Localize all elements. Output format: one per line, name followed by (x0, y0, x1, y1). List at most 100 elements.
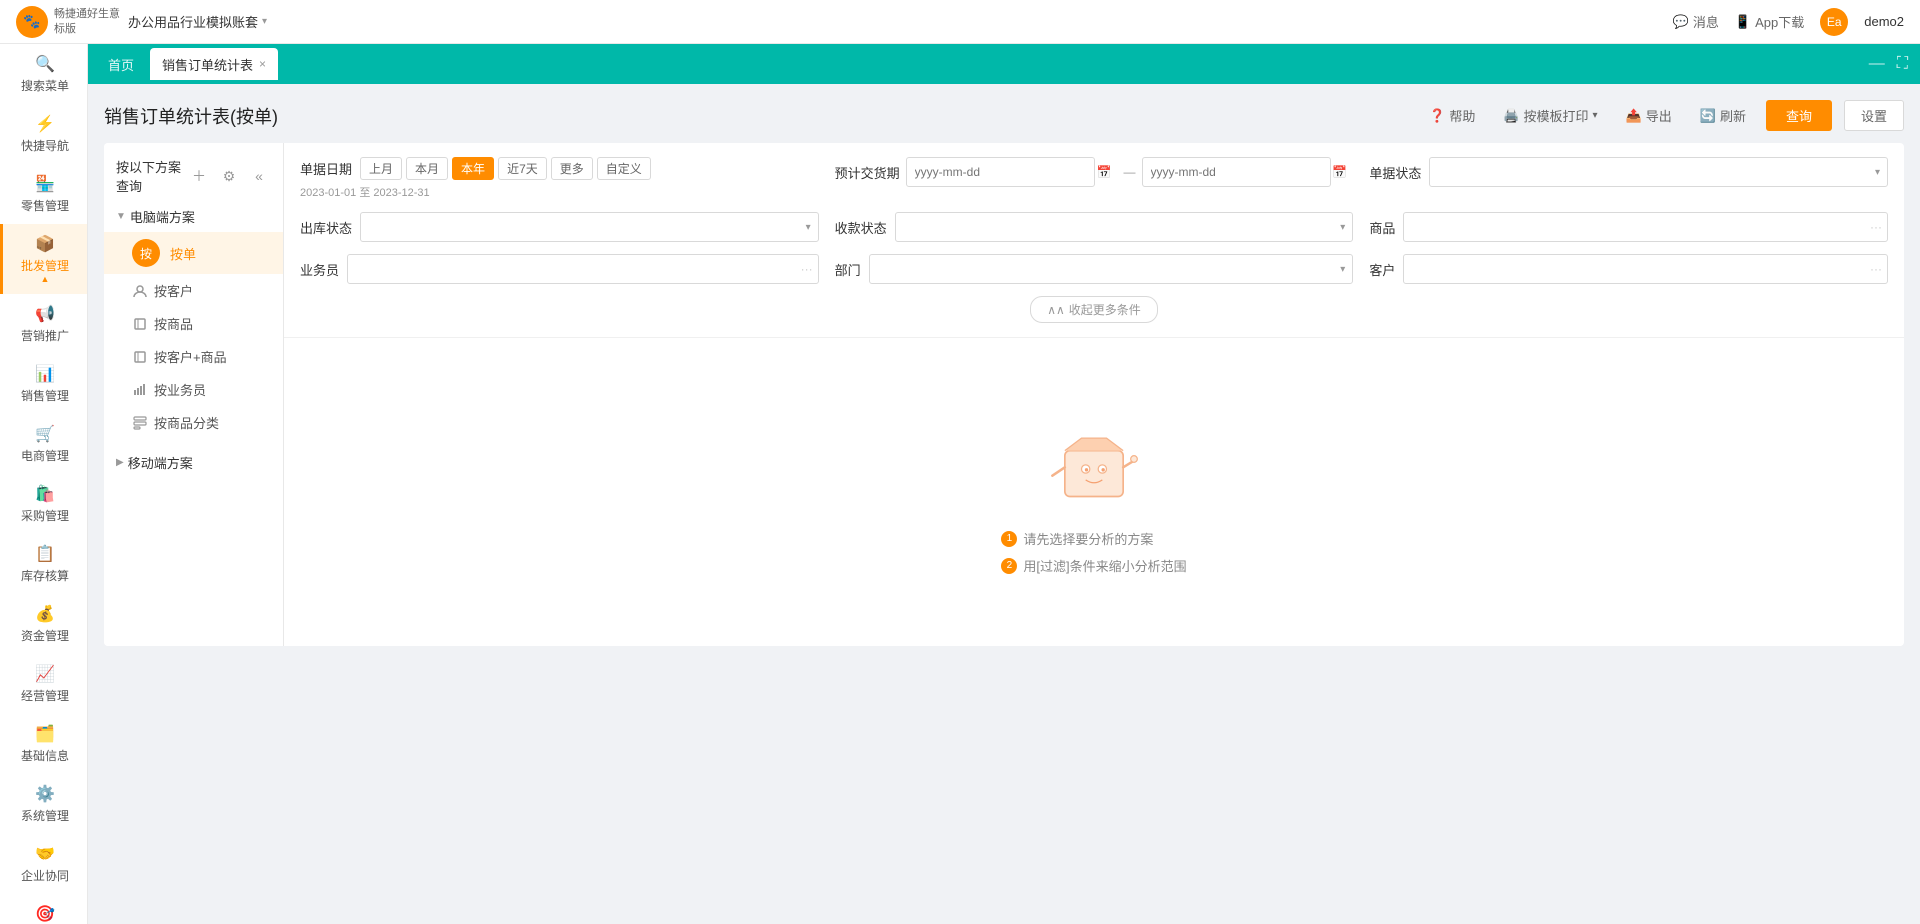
workspace-selector[interactable]: 办公用品行业模拟账套 ▾ (128, 12, 267, 31)
tab-minimize-btn[interactable]: — (1865, 51, 1889, 77)
expected-date-end[interactable] (1142, 157, 1331, 187)
goods-label: 商品 (1369, 218, 1395, 237)
sidebar-item-wholesale[interactable]: 📦 批发管理 ▲ (0, 224, 87, 294)
filter-row-3: 业务员 ··· 部门 ▾ (300, 254, 1888, 284)
goods-select-wrap: ··· (1403, 212, 1888, 242)
quick-more[interactable]: 更多 (551, 157, 593, 180)
query-btn[interactable]: 查询 (1766, 100, 1832, 131)
sidebar-item-sales[interactable]: 📊 销售管理 (0, 354, 87, 414)
expected-date-start[interactable] (906, 157, 1095, 187)
sidebar-item-operations[interactable]: 📈 经营管理 (0, 654, 87, 714)
inventory-icon: 📋 (35, 544, 55, 564)
page-title: 销售订单统计表(按单) (104, 103, 278, 129)
tip-1-text: 请先选择要分析的方案 (1023, 529, 1153, 548)
salesman-select-wrap: ··· (347, 254, 819, 284)
expected-date-group: 预计交货期 📅 — 📅 (835, 157, 1354, 187)
sidebar-item-search[interactable]: 🔍 搜索菜单 (0, 44, 87, 104)
mobile-group-header[interactable]: ▶ 移动端方案 (104, 447, 283, 478)
search-icon: 🔍 (35, 54, 55, 74)
sidebar-item-quick-nav[interactable]: ⚡ 快捷导航 (0, 104, 87, 164)
sidebar-item-purchase[interactable]: 🛍️ 采购管理 (0, 474, 87, 534)
logo-text: 畅捷通好生意 标版 (54, 7, 120, 36)
quick-this-month[interactable]: 本月 (406, 157, 448, 180)
sidebar-item-retail[interactable]: 🏪 零售管理 (0, 164, 87, 224)
tab-maximize-btn[interactable]: ⛶ (1893, 51, 1912, 77)
refresh-icon: 🔄 (1700, 108, 1716, 124)
template-print-label: 按模板打印 (1524, 106, 1589, 125)
collection-status-select[interactable] (895, 212, 1354, 242)
refresh-btn[interactable]: 🔄 刷新 (1692, 102, 1754, 129)
quick-last-7[interactable]: 近7天 (498, 157, 547, 180)
inventory-label: 库存核算 (21, 567, 69, 584)
pc-group-arrow: ▼ (116, 211, 126, 222)
base-label: 基础信息 (21, 747, 69, 764)
nav-collapse-btn[interactable]: « (247, 164, 271, 188)
export-btn[interactable]: 📤 导出 (1618, 102, 1680, 129)
finance-label: 资金管理 (21, 627, 69, 644)
app-download-btn[interactable]: 📱 App下载 (1735, 12, 1804, 31)
sidebar-item-base[interactable]: 🗂️ 基础信息 (0, 714, 87, 774)
dept-select[interactable] (869, 254, 1354, 284)
wholesale-icon: 📦 (35, 234, 55, 254)
nav-item-by-customer[interactable]: 按客户 (104, 274, 283, 307)
user-name[interactable]: demo2 (1864, 14, 1904, 29)
quick-this-year[interactable]: 本年 (452, 157, 494, 180)
purchase-icon: 🛍️ (35, 484, 55, 504)
salesman-select[interactable] (347, 254, 819, 284)
active-circle-icon: 按 (132, 239, 160, 267)
nav-item-by-category[interactable]: 按商品分类 (104, 406, 283, 439)
ecommerce-icon: 🛒 (35, 424, 55, 444)
filter-panel: 单据日期 上月 本月 本年 近7天 更多 自定义 (284, 143, 1904, 338)
sidebar-item-enterprise[interactable]: 🤝 企业协同 (0, 834, 87, 894)
customer-select[interactable] (1403, 254, 1888, 284)
guide-icon: 🎯 (35, 904, 55, 924)
empty-state-tips: 1 请先选择要分析的方案 2 用[过滤]条件来缩小分析范围 (1001, 529, 1186, 583)
quick-custom[interactable]: 自定义 (597, 157, 651, 180)
sidebar-item-inventory[interactable]: 📋 库存核算 (0, 534, 87, 594)
nav-item-by-product[interactable]: 按商品 (104, 307, 283, 340)
by-category-label: 按商品分类 (154, 413, 219, 432)
user-avatar[interactable]: Ea (1820, 8, 1848, 36)
tip-2-num: 2 (1001, 558, 1017, 574)
export-label: 导出 (1646, 106, 1672, 125)
template-print-btn[interactable]: 🖨️ 按模板打印 (1495, 102, 1605, 129)
date-filter-group: 单据日期 上月 本月 本年 近7天 更多 自定义 (300, 157, 819, 200)
tab-current[interactable]: 销售订单统计表 × (150, 48, 278, 80)
sidebar-item-ecommerce[interactable]: 🛒 电商管理 (0, 414, 87, 474)
enterprise-icon: 🤝 (35, 844, 55, 864)
tab-close-btn[interactable]: × (259, 57, 266, 71)
doc-status-select[interactable] (1429, 157, 1888, 187)
goods-select[interactable] (1403, 212, 1888, 242)
by-order-label-inner: 按 (140, 245, 152, 262)
collapse-btn[interactable]: ∧∧ 收起更多条件 (1030, 296, 1158, 323)
sidebar-item-marketing[interactable]: 📢 营销推广 (0, 294, 87, 354)
quick-last-month[interactable]: 上月 (360, 157, 402, 180)
sidebar-item-guide[interactable]: 🎯 新手引导 (0, 894, 87, 924)
help-btn[interactable]: ❓ 帮助 (1421, 102, 1483, 129)
workspace-chevron: ▾ (262, 16, 267, 27)
sidebar-item-system[interactable]: ⚙️ 系统管理 (0, 774, 87, 834)
nav-settings-btn[interactable]: ⚙ (217, 164, 241, 188)
nav-item-by-order[interactable]: 按 按单 (104, 232, 283, 274)
collapse-up-icon: ∧∧ (1047, 303, 1065, 317)
quicknav-icon: ⚡ (35, 114, 55, 134)
print-icon: 🖨️ (1503, 108, 1519, 124)
tab-home[interactable]: 首页 (96, 48, 146, 80)
ship-status-select[interactable] (360, 212, 819, 242)
customer-group: 客户 ··· (1369, 254, 1888, 284)
customer-label: 客户 (1369, 260, 1395, 279)
content-area: 首页 销售订单统计表 × — ⛶ 销售订单统计表(按单) ❓ 帮助 (88, 44, 1920, 924)
ship-status-label: 出库状态 (300, 218, 352, 237)
nav-item-by-cust-prod[interactable]: 按客户+商品 (104, 340, 283, 373)
expected-date-label: 预计交货期 (835, 163, 900, 182)
message-btn[interactable]: 💬 消息 (1673, 12, 1719, 31)
by-product-icon (132, 316, 148, 332)
sidebar: 🔍 搜索菜单 ⚡ 快捷导航 🏪 零售管理 📦 批发管理 ▲ 📢 营销推广 📊 销… (0, 44, 88, 924)
avatar-text: Ea (1827, 15, 1842, 29)
nav-item-by-salesman[interactable]: 按业务员 (104, 373, 283, 406)
nav-add-btn[interactable]: ＋ (187, 164, 211, 188)
settings-btn[interactable]: 设置 (1844, 100, 1904, 131)
pc-group-header[interactable]: ▼ 电脑端方案 (104, 201, 283, 232)
goods-dots-icon: ··· (1870, 220, 1882, 234)
sidebar-item-finance[interactable]: 💰 资金管理 (0, 594, 87, 654)
